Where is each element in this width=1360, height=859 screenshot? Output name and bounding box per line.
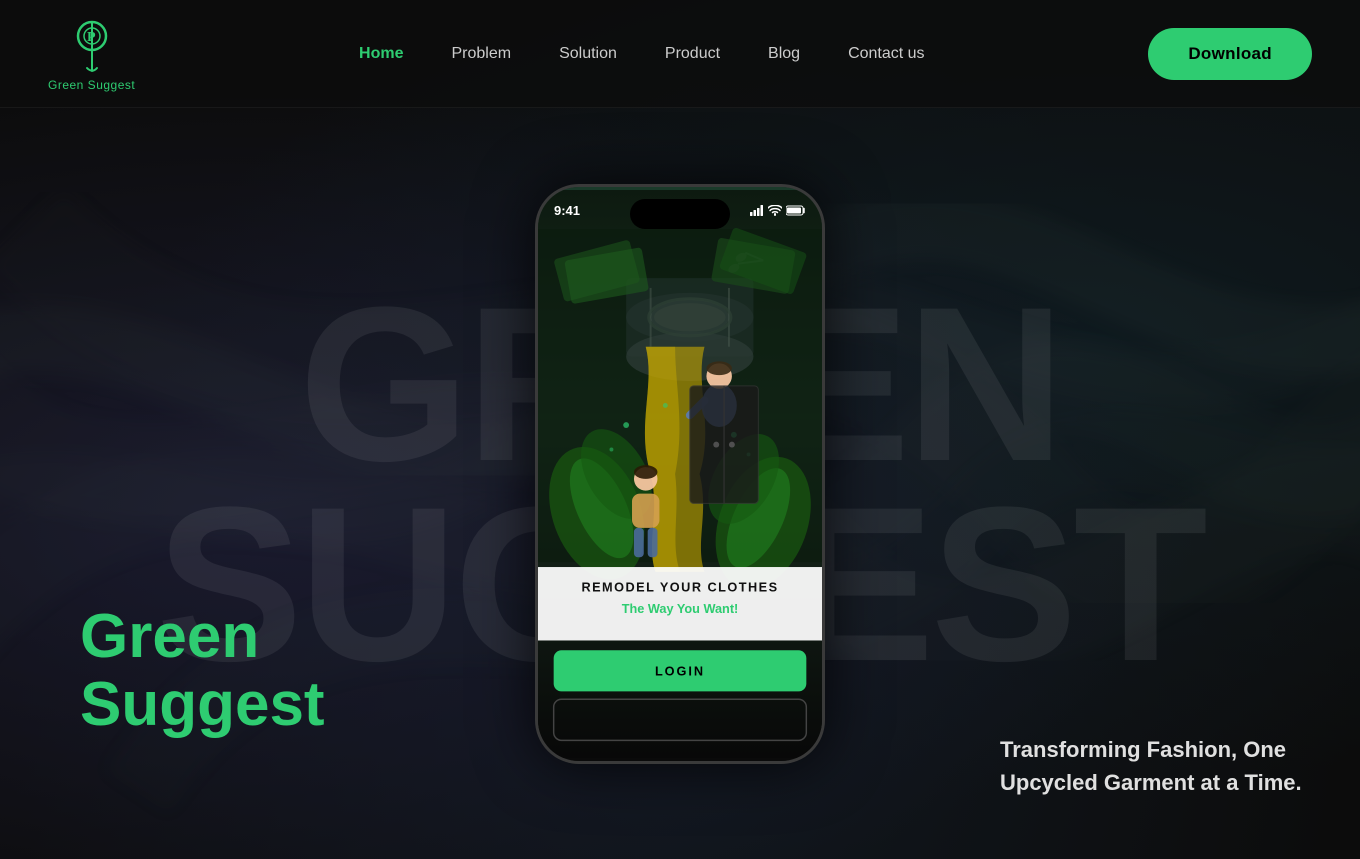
- download-button[interactable]: Download: [1148, 28, 1312, 80]
- svg-text:P: P: [87, 30, 96, 45]
- nav-links: Home Problem Solution Product Blog Conta…: [359, 45, 925, 63]
- status-bar: 9:41: [554, 201, 806, 221]
- phone-screen: REMODEL YOUR CLOTHES The Way You Want! L…: [538, 187, 822, 761]
- hero-left-text: Green Suggest: [80, 603, 325, 739]
- hero-title: Green Suggest: [80, 603, 325, 739]
- logo-icon: P: [65, 16, 119, 76]
- nav-item-home[interactable]: Home: [359, 45, 403, 63]
- navbar: P Green Suggest Home Problem Solution Pr…: [0, 0, 1360, 108]
- status-time: 9:41: [554, 203, 580, 218]
- nav-item-product[interactable]: Product: [665, 45, 720, 63]
- hero-tagline: Transforming Fashion, One Upcycled Garme…: [1000, 733, 1320, 799]
- nav-item-problem[interactable]: Problem: [451, 45, 511, 63]
- signal-icon: [750, 205, 764, 216]
- svg-text:LOGIN: LOGIN: [655, 663, 705, 678]
- phone-mockup: 9:41: [535, 184, 825, 764]
- svg-text:The Way You Want!: The Way You Want!: [622, 601, 739, 616]
- hero-right-text: Transforming Fashion, One Upcycled Garme…: [1000, 733, 1320, 799]
- nav-item-blog[interactable]: Blog: [768, 45, 800, 63]
- hero-section: GREEN SUGGEST Green Suggest 9:41: [0, 108, 1360, 859]
- app-illustration: REMODEL YOUR CLOTHES The Way You Want! L…: [538, 187, 822, 761]
- wifi-icon: [768, 205, 782, 216]
- svg-text:REMODEL YOUR CLOTHES: REMODEL YOUR CLOTHES: [581, 579, 778, 594]
- logo-text: Green Suggest: [48, 78, 135, 92]
- phone-frame: 9:41: [535, 184, 825, 764]
- nav-item-contact[interactable]: Contact us: [848, 45, 924, 63]
- logo[interactable]: P Green Suggest: [48, 16, 135, 92]
- status-icons: [750, 205, 806, 216]
- battery-icon: [786, 205, 806, 216]
- nav-item-solution[interactable]: Solution: [559, 45, 617, 63]
